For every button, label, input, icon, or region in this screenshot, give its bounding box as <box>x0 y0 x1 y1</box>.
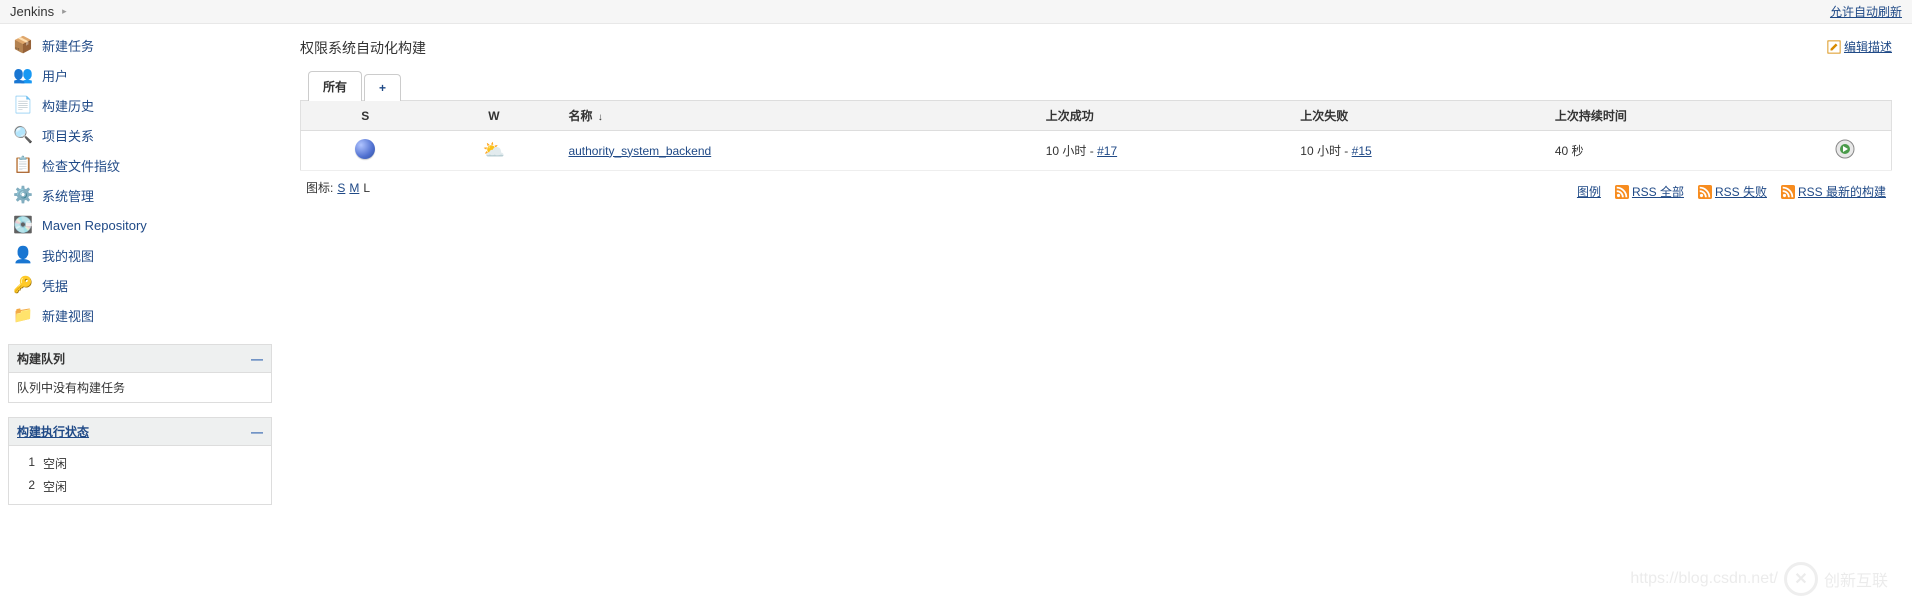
menu-label: 凭据 <box>42 276 68 295</box>
sidebar: 📦 新建任务 👥 用户 📄 构建历史 🔍 项目关系 📋 检查文件指纹 ⚙️ 系统… <box>0 24 280 511</box>
menu-project-relationship[interactable]: 🔍 项目关系 <box>8 120 272 150</box>
tab-bar: 所有 + <box>308 70 1892 100</box>
col-last-failure[interactable]: 上次失败 <box>1290 101 1545 131</box>
edit-description-link[interactable]: 编辑描述 <box>1827 38 1892 55</box>
rss-all-link[interactable]: RSS 全部 <box>1632 183 1684 200</box>
executor-row: 2 空闲 <box>17 475 263 498</box>
rss-icon <box>1615 185 1629 199</box>
folder-icon: 📁 <box>12 305 34 325</box>
collapse-icon[interactable]: — <box>251 352 263 366</box>
executor-status: 空闲 <box>43 455 67 472</box>
chevron-right-icon: ▸ <box>62 6 67 17</box>
executor-number: 1 <box>21 455 35 472</box>
build-link[interactable]: #17 <box>1097 144 1117 158</box>
watermark: https://blog.csdn.net/ ✕创新互联 <box>1630 562 1888 596</box>
menu-label: 项目关系 <box>42 126 94 145</box>
gear-icon: ⚙️ <box>12 185 34 205</box>
sort-down-icon: ↓ <box>598 112 603 123</box>
build-queue-widget: 构建队列 — 队列中没有构建任务 <box>8 344 272 403</box>
breadcrumb-bar: Jenkins ▸ 允许自动刷新 <box>0 0 1912 24</box>
user-icon: 👤 <box>12 245 34 265</box>
table-row: ⛅ authority_system_backend 10 小时 - #17 1… <box>301 131 1892 171</box>
icon-size-l[interactable]: L <box>363 181 370 195</box>
build-now-icon[interactable] <box>1835 139 1855 159</box>
clipboard-icon: 📋 <box>12 155 34 175</box>
last-success-cell: 10 小时 - #17 <box>1036 131 1291 171</box>
duration-cell: 40 秒 <box>1545 131 1800 171</box>
executors-widget: 构建执行状态 — 1 空闲 2 空闲 <box>8 417 272 505</box>
menu-fingerprint[interactable]: 📋 检查文件指纹 <box>8 150 272 180</box>
page-title: 权限系统自动化构建 <box>300 34 1892 66</box>
rss-links: 图例 RSS 全部 RSS 失败 RSS 最新的构建 <box>1577 183 1886 200</box>
job-table: S W 名称 ↓ 上次成功 上次失败 上次持续时间 ⛅ authority_sy… <box>300 100 1892 171</box>
menu-build-history[interactable]: 📄 构建历史 <box>8 90 272 120</box>
menu-maven-repo[interactable]: 💽 Maven Repository <box>8 210 272 240</box>
icon-size-s[interactable]: S <box>337 181 345 195</box>
menu-label: 新建视图 <box>42 306 94 325</box>
build-queue-body: 队列中没有构建任务 <box>9 373 271 402</box>
col-status[interactable]: S <box>301 101 430 131</box>
status-ball-icon[interactable] <box>355 139 375 159</box>
job-name-link[interactable]: authority_system_backend <box>568 144 711 158</box>
menu-new-view[interactable]: 📁 新建视图 <box>8 300 272 330</box>
executor-number: 2 <box>21 478 35 495</box>
menu-label: Maven Repository <box>42 218 147 233</box>
legend-link[interactable]: 图例 <box>1577 183 1601 200</box>
icon-size-label: 图标: <box>306 179 333 196</box>
box-icon: 📦 <box>12 35 34 55</box>
menu-people[interactable]: 👥 用户 <box>8 60 272 90</box>
menu-label: 构建历史 <box>42 96 94 115</box>
menu-manage[interactable]: ⚙️ 系统管理 <box>8 180 272 210</box>
auto-refresh-link[interactable]: 允许自动刷新 <box>1830 3 1902 20</box>
tab-all[interactable]: 所有 <box>308 71 362 101</box>
menu-label: 我的视图 <box>42 246 94 265</box>
tab-add[interactable]: + <box>364 74 401 101</box>
menu-label: 用户 <box>42 66 68 85</box>
weather-icon[interactable]: ⛅ <box>483 140 505 160</box>
executor-status: 空闲 <box>43 478 67 495</box>
menu-label: 新建任务 <box>42 36 94 55</box>
executors-title[interactable]: 构建执行状态 <box>17 423 89 440</box>
rss-icon <box>1698 185 1712 199</box>
menu-credentials[interactable]: 🔑 凭据 <box>8 270 272 300</box>
menu-label: 系统管理 <box>42 186 94 205</box>
key-icon: 🔑 <box>12 275 34 295</box>
last-failure-cell: 10 小时 - #15 <box>1290 131 1545 171</box>
people-icon: 👥 <box>12 65 34 85</box>
search-icon: 🔍 <box>12 125 34 145</box>
col-last-success[interactable]: 上次成功 <box>1036 101 1291 131</box>
document-icon: 📄 <box>12 95 34 115</box>
rss-latest-link[interactable]: RSS 最新的构建 <box>1798 183 1886 200</box>
pencil-icon <box>1827 40 1841 54</box>
rss-icon <box>1781 185 1795 199</box>
build-queue-title: 构建队列 <box>17 350 65 367</box>
breadcrumb-root[interactable]: Jenkins <box>10 4 54 19</box>
menu-label: 检查文件指纹 <box>42 156 120 175</box>
col-last-duration[interactable]: 上次持续时间 <box>1545 101 1800 131</box>
main-content: 编辑描述 权限系统自动化构建 所有 + S W 名称 ↓ 上次成功 上次失败 上… <box>280 24 1912 511</box>
col-weather[interactable]: W <box>429 101 558 131</box>
icon-size-m[interactable]: M <box>349 181 359 195</box>
disk-icon: 💽 <box>12 215 34 235</box>
menu-my-views[interactable]: 👤 我的视图 <box>8 240 272 270</box>
build-link[interactable]: #15 <box>1352 144 1372 158</box>
col-name[interactable]: 名称 ↓ <box>558 101 1035 131</box>
menu-new-job[interactable]: 📦 新建任务 <box>8 30 272 60</box>
icon-size-selector: 图标: S M L <box>306 179 370 196</box>
rss-failed-link[interactable]: RSS 失败 <box>1715 183 1767 200</box>
collapse-icon[interactable]: — <box>251 425 263 439</box>
executor-row: 1 空闲 <box>17 452 263 475</box>
